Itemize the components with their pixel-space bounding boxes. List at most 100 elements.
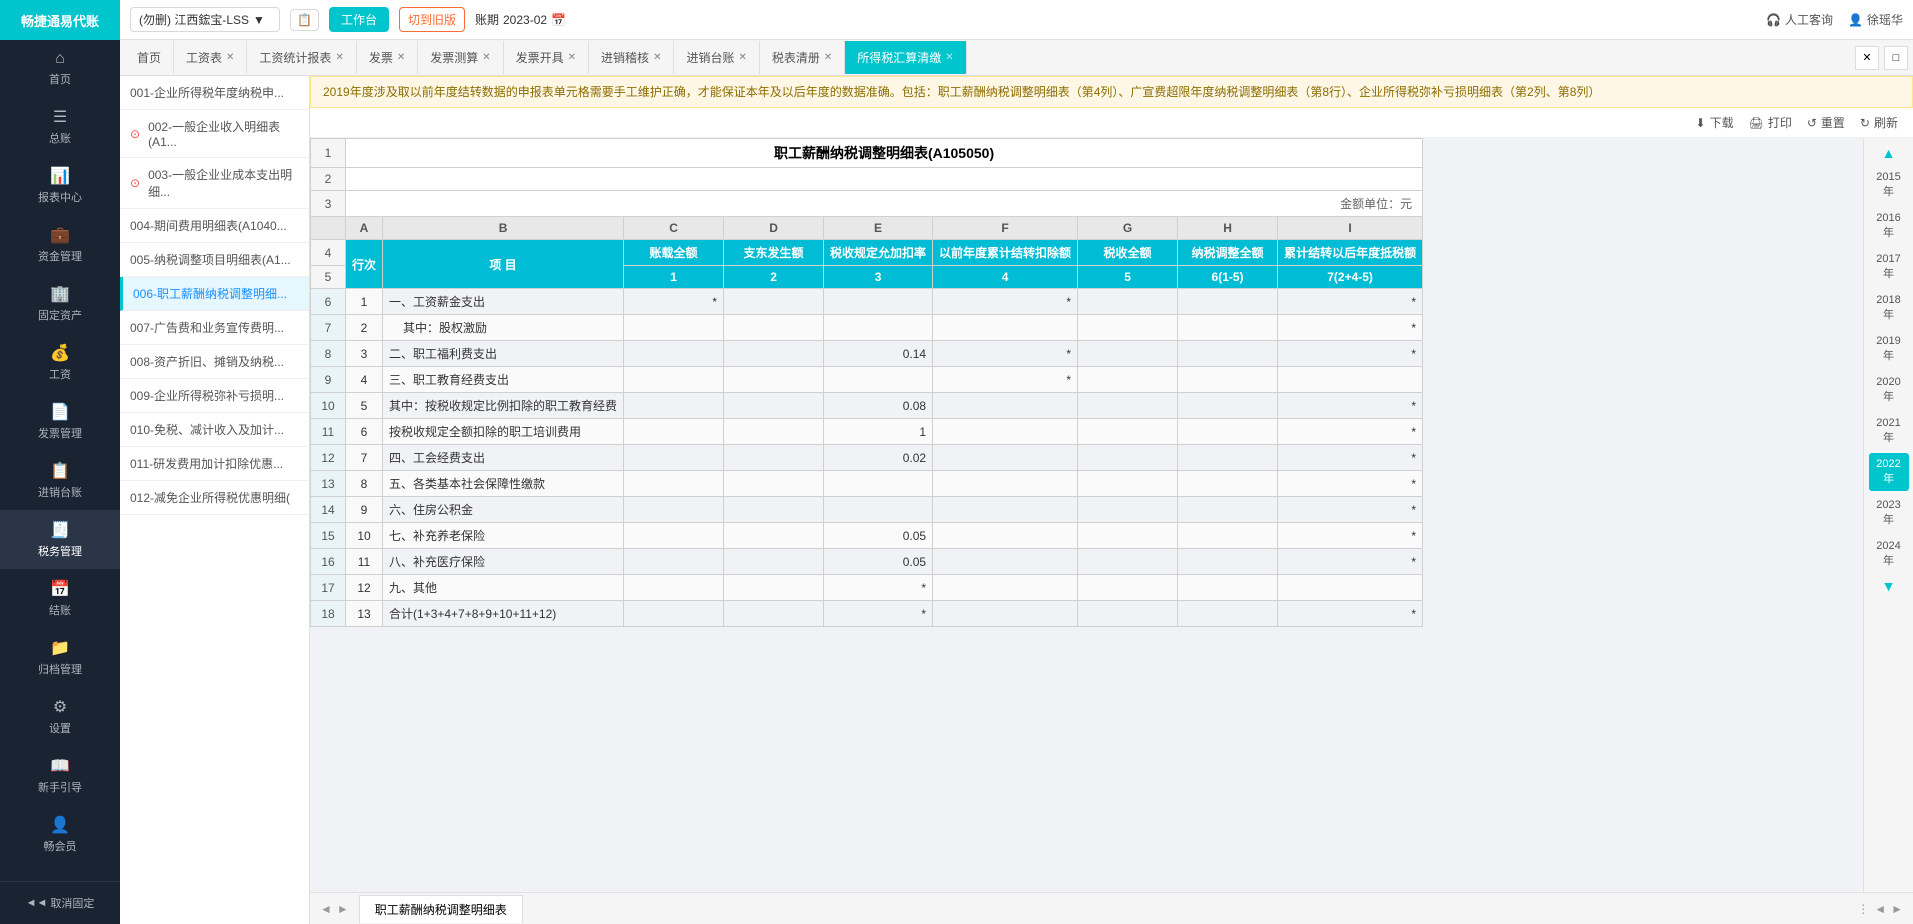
scroll-right-icon[interactable]: ► xyxy=(337,902,349,916)
sidebar-label-archive: 归档管理 xyxy=(38,661,82,677)
sidebar-item-home[interactable]: ⌂ 首页 xyxy=(0,40,120,97)
tab-tax-settlement[interactable]: 所得税汇算清缴 ✕ xyxy=(845,41,966,74)
left-panel-item-006[interactable]: 006-职工薪酬纳税调整明细... xyxy=(120,277,309,311)
close-tab-sales-ledger[interactable]: ✕ xyxy=(738,52,746,63)
close-tab-tax-settlement[interactable]: ✕ xyxy=(945,52,953,63)
period-switch-button[interactable]: 切到旧版 xyxy=(399,7,465,32)
close-tab-invoice-calc[interactable]: ✕ xyxy=(482,52,490,63)
close-tab-invoice[interactable]: ✕ xyxy=(397,52,405,63)
tab-invoice-calc[interactable]: 发票测算 ✕ xyxy=(418,41,503,74)
year-2017[interactable]: 2017年 xyxy=(1869,248,1909,286)
year-2018[interactable]: 2018年 xyxy=(1869,289,1909,327)
guide-icon: 📖 xyxy=(50,756,70,776)
reset-button[interactable]: ↺ 重置 xyxy=(1807,114,1845,131)
tab-invoice-open[interactable]: 发票开具 ✕ xyxy=(504,41,589,74)
data-row-9: 9 4 三、职工教育经费支出 * xyxy=(311,367,1423,393)
year-2020[interactable]: 2020年 xyxy=(1869,371,1909,409)
workbench-button[interactable]: 工作台 xyxy=(329,7,389,32)
ledger-icon: ☰ xyxy=(53,107,67,127)
tab-payroll[interactable]: 工资表 ✕ xyxy=(174,41,247,74)
sidebar-item-payroll[interactable]: 💰 工资 xyxy=(0,333,120,392)
sidebar-item-archive[interactable]: 📁 归档管理 xyxy=(0,628,120,687)
sidebar-label-member: 畅会员 xyxy=(44,838,77,854)
year-nav-up[interactable]: ▲ xyxy=(1874,143,1904,163)
sidebar-label-payroll: 工资 xyxy=(49,366,71,382)
sidebar: 畅捷通易代账 ⌂ 首页 ☰ 总账 📊 报表中心 💼 资金管理 🏢 固定资产 💰 … xyxy=(0,0,120,924)
sidebar-item-asset-mgmt[interactable]: 💼 资金管理 xyxy=(0,215,120,274)
sidebar-item-ledger[interactable]: ☰ 总账 xyxy=(0,97,120,156)
payroll-icon: 💰 xyxy=(50,343,70,363)
left-panel-item-009[interactable]: 009-企业所得税弥补亏损明... xyxy=(120,379,309,413)
refresh-button[interactable]: ↻ 刷新 xyxy=(1860,114,1898,131)
sidebar-item-settings[interactable]: ⚙ 设置 xyxy=(0,687,120,746)
year-2019[interactable]: 2019年 xyxy=(1869,330,1909,368)
company-select[interactable]: (勿删) 江西鋐宝-LSS ▼ xyxy=(130,7,280,32)
scroll-left-icon[interactable]: ◄ xyxy=(320,902,332,916)
print-icon: 🖨 xyxy=(1749,116,1764,130)
left-panel: 001-企业所得税年度纳税申... ⊙ 002-一般企业收入明细表(A1... … xyxy=(120,76,310,924)
close-tab-invoice-open[interactable]: ✕ xyxy=(568,52,576,63)
left-panel-item-005[interactable]: 005-纳税调整项目明细表(A1... xyxy=(120,243,309,277)
tab-payroll-stat[interactable]: 工资统计报表 ✕ xyxy=(247,41,356,74)
tax-icon: 🧾 xyxy=(50,520,70,540)
warn-icon-002: ⊙ xyxy=(130,127,140,141)
bottom-right: ⋮ ◄ ► xyxy=(1857,902,1903,916)
year-2022[interactable]: 2022年 xyxy=(1869,453,1909,491)
spreadsheet-main[interactable]: 1 职工薪酬纳税调整明细表(A105050) 2 3 金 xyxy=(310,138,1863,892)
tab-sales-ledger[interactable]: 进销台账 ✕ xyxy=(674,41,759,74)
user-name-btn[interactable]: 👤 徐瑶华 xyxy=(1848,11,1903,28)
year-2016[interactable]: 2016年 xyxy=(1869,207,1909,245)
left-panel-item-004[interactable]: 004-期间费用明细表(A1040... xyxy=(120,209,309,243)
fixed-asset-icon: 🏢 xyxy=(50,284,70,304)
sidebar-label-settings: 设置 xyxy=(49,720,71,736)
year-2023[interactable]: 2023年 xyxy=(1869,494,1909,532)
left-panel-item-012[interactable]: 012-减免企业所得税优惠明细( xyxy=(120,481,309,515)
bottom-sheet-tab[interactable]: 职工薪酬纳税调整明细表 xyxy=(359,895,523,923)
tab-tax-register[interactable]: 税表清册 ✕ xyxy=(760,41,845,74)
sidebar-item-tax[interactable]: 🧾 税务管理 xyxy=(0,510,120,569)
cancel-fixed-btn[interactable]: ◄◄ 取消固定 xyxy=(0,887,120,919)
close-tabs-button[interactable]: ✕ xyxy=(1855,46,1879,70)
data-row-13: 13 8 五、各类基本社会保障性缴款 * xyxy=(311,471,1423,497)
sidebar-item-guide[interactable]: 📖 新手引导 xyxy=(0,746,120,805)
print-button[interactable]: 🖨 打印 xyxy=(1749,114,1792,131)
left-panel-item-001[interactable]: 001-企业所得税年度纳税申... xyxy=(120,76,309,110)
row-num-6: 6 xyxy=(311,289,346,315)
sidebar-item-member[interactable]: 👤 畅会员 xyxy=(0,805,120,864)
sidebar-item-invoice[interactable]: 📄 发票管理 xyxy=(0,392,120,451)
data-row-7: 7 2 其中：股权激励 * xyxy=(311,315,1423,341)
cancel-icon: ◄◄ xyxy=(26,897,48,909)
left-panel-item-002[interactable]: ⊙ 002-一般企业收入明细表(A1... xyxy=(120,110,309,158)
left-panel-item-011[interactable]: 011-研发费用加计扣除优惠... xyxy=(120,447,309,481)
tab-sales-check[interactable]: 进销稽核 ✕ xyxy=(589,41,674,74)
tab-home[interactable]: 首页 xyxy=(125,41,174,74)
sidebar-item-sales-ledger[interactable]: 📋 进销台账 xyxy=(0,451,120,510)
close-tab-tax-register[interactable]: ✕ xyxy=(824,52,832,63)
left-panel-item-003[interactable]: ⊙ 003-一般企业业成本支出明细... xyxy=(120,158,309,209)
chevron-down-icon: ▼ xyxy=(253,13,265,27)
tab-invoice[interactable]: 发票 ✕ xyxy=(357,41,418,74)
sidebar-item-report[interactable]: 📊 报表中心 xyxy=(0,156,120,215)
tab-controls: ✕ □ xyxy=(1855,46,1908,70)
spreadsheet-wrap: 1 职工薪酬纳税调整明细表(A105050) 2 3 金 xyxy=(310,138,1913,892)
title-row: 1 职工薪酬纳税调整明细表(A105050) xyxy=(311,139,1423,168)
data-row-6: 6 1 一、工资薪金支出 * * * xyxy=(311,289,1423,315)
close-tab-payroll-stat[interactable]: ✕ xyxy=(335,52,343,63)
download-button[interactable]: ⬇ 下载 xyxy=(1696,114,1734,131)
left-panel-item-007[interactable]: 007-广告费和业务宣传费明... xyxy=(120,311,309,345)
close-tab-sales-check[interactable]: ✕ xyxy=(653,52,661,63)
sidebar-item-fixed-asset[interactable]: 🏢 固定资产 xyxy=(0,274,120,333)
row-num-15: 15 xyxy=(311,523,346,549)
left-panel-item-008[interactable]: 008-资产折旧、摊销及纳税... xyxy=(120,345,309,379)
left-panel-item-010[interactable]: 010-免税、减计收入及加计... xyxy=(120,413,309,447)
user-service-btn[interactable]: 🎧 人工客询 xyxy=(1766,11,1833,28)
close-tab-payroll[interactable]: ✕ xyxy=(226,52,234,63)
maximize-button[interactable]: □ xyxy=(1884,46,1908,70)
year-2024[interactable]: 2024年 xyxy=(1869,535,1909,573)
sidebar-item-closing[interactable]: 📅 结账 xyxy=(0,569,120,628)
copy-button[interactable]: 📋 xyxy=(290,9,319,31)
top-bar-right: 🎧 人工客询 👤 徐瑶华 xyxy=(1766,11,1903,28)
year-2015[interactable]: 2015年 xyxy=(1869,166,1909,204)
year-2021[interactable]: 2021年 xyxy=(1869,412,1909,450)
year-nav-down[interactable]: ▼ xyxy=(1874,576,1904,596)
